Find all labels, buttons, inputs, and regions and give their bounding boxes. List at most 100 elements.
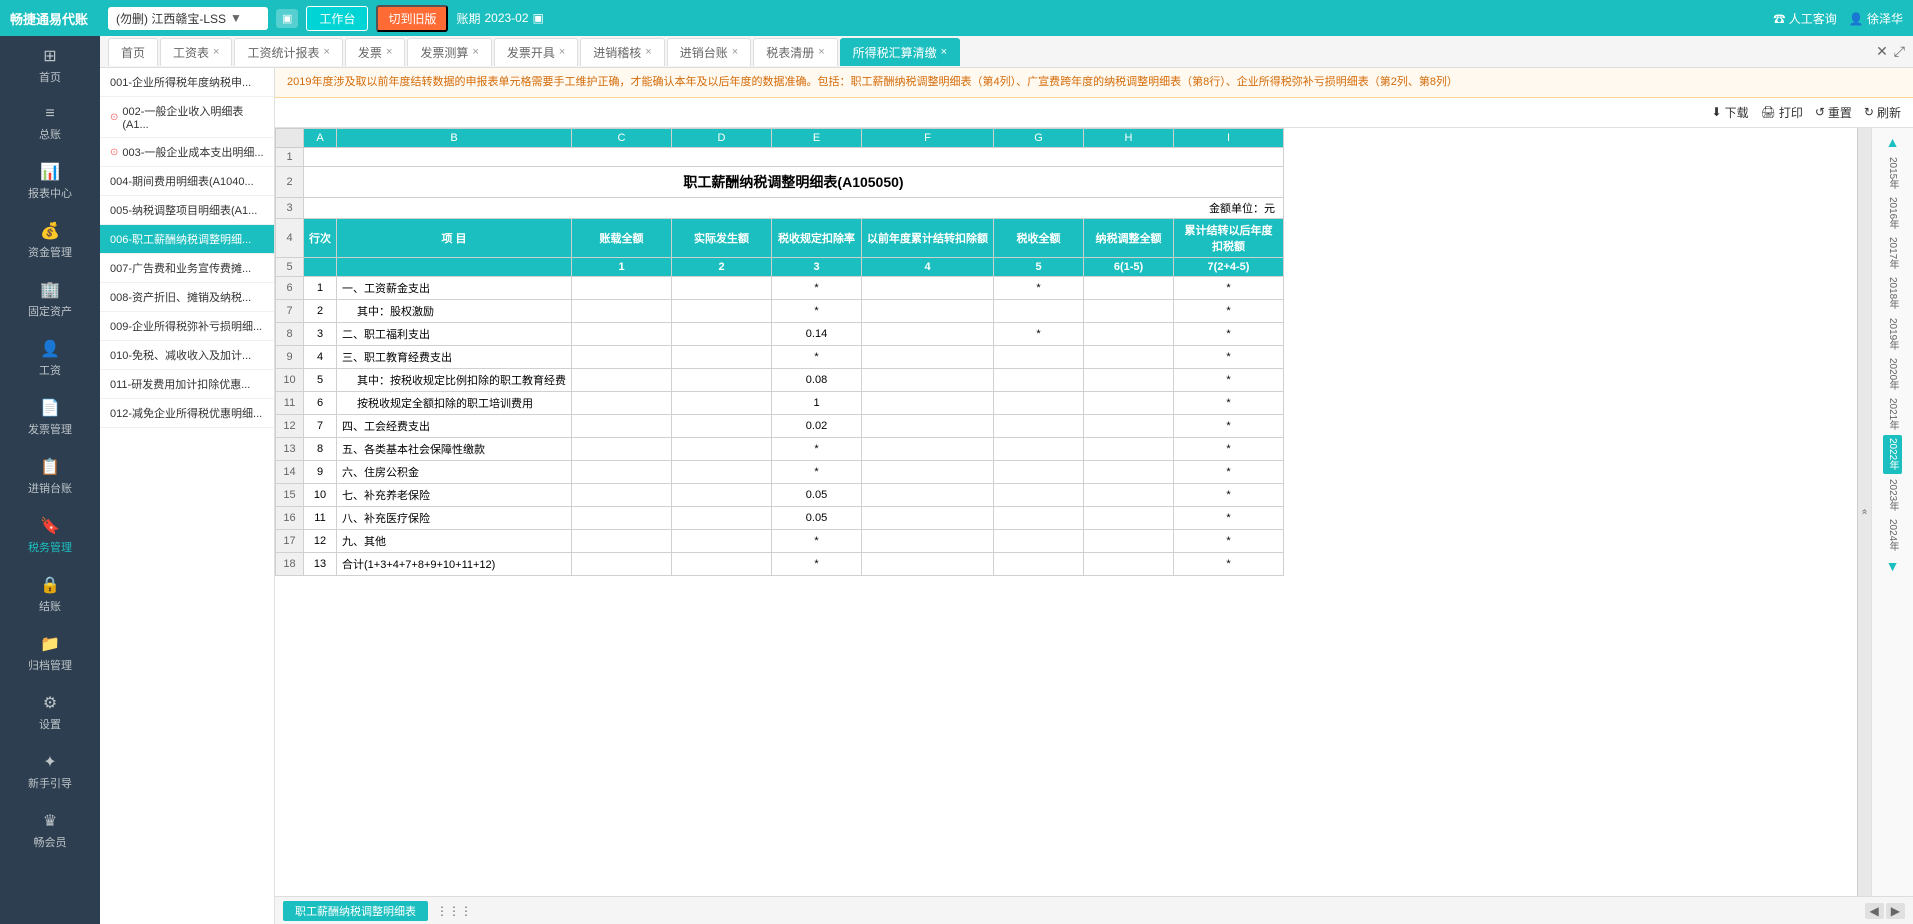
left-panel-item-004[interactable]: 004-期间费用明细表(A1040... <box>100 167 274 196</box>
year-2023[interactable]: 2023年 <box>1883 476 1902 514</box>
left-panel-item-009[interactable]: 009-企业所得税弥补亏损明细... <box>100 312 274 341</box>
scroll-left-icon[interactable]: ◀ <box>1865 903 1884 919</box>
tab-incoming-ledger[interactable]: 进销台账 × <box>667 38 751 66</box>
company-dropdown-icon[interactable]: ▼ <box>230 11 242 25</box>
year-2019[interactable]: 2019年 <box>1883 315 1902 353</box>
year-2020[interactable]: 2020年 <box>1883 355 1902 393</box>
tab-close-invoice[interactable]: × <box>386 46 392 58</box>
tab-tax-clear[interactable]: 税表清册 × <box>753 38 837 66</box>
col-g: G <box>994 128 1084 147</box>
sidebar-item-tax-mgmt[interactable]: 🔖 税务管理 <box>0 506 100 565</box>
app-logo: 畅捷通易代账 <box>10 9 88 28</box>
table-row: 11 6 按税收规定全额扣除的职工培训费用 1 * <box>276 391 1284 414</box>
ledger-icon: ≡ <box>45 105 54 123</box>
year-2015[interactable]: 2015年 <box>1883 154 1902 192</box>
sidebar-item-general-ledger[interactable]: ≡ 总账 <box>0 95 100 152</box>
tab-close-all-icon[interactable]: ✕ <box>1876 43 1888 60</box>
left-panel-item-008[interactable]: 008-资产折旧、摊销及纳税... <box>100 283 274 312</box>
table-header-row: 4 行次 项 目 账载全额 实际发生额 税收规定扣除率 以前年度累计结转扣除额 … <box>276 218 1284 257</box>
reset-icon: ↺ <box>1815 105 1825 119</box>
tab-invoice[interactable]: 发票 × <box>345 38 405 66</box>
sidebar-item-new-guide[interactable]: ✦ 新手引导 <box>0 742 100 801</box>
tab-close-invoice-calc[interactable]: × <box>472 46 478 58</box>
left-panel-item-001[interactable]: 001-企业所得税年度纳税申... <box>100 68 274 97</box>
left-panel-item-011[interactable]: 011-研发费用加计扣除优惠... <box>100 370 274 399</box>
table-row: 7 2 其中：股权激励 * * <box>276 299 1284 322</box>
col-f: F <box>862 128 994 147</box>
left-panel-item-010[interactable]: 010-免税、减收收入及加计... <box>100 341 274 370</box>
refresh-button[interactable]: ↻ 刷新 <box>1864 104 1901 121</box>
sidebar-item-archive-mgmt[interactable]: 📁 归档管理 <box>0 624 100 683</box>
workbench-button[interactable]: 工作台 <box>306 6 368 31</box>
sidebar-item-member[interactable]: ♛ 畅会员 <box>0 801 100 860</box>
table-row-title: 2 职工薪酬纳税调整明细表(A105050) <box>276 166 1284 197</box>
reset-button[interactable]: ↺ 重置 <box>1815 104 1852 121</box>
left-panel-item-007[interactable]: 007-广告费和业务宣传费摊... <box>100 254 274 283</box>
service-button[interactable]: ☎ 人工客询 <box>1773 10 1836 27</box>
tab-close-tax-clear[interactable]: × <box>818 46 824 58</box>
tab-home[interactable]: 首页 <box>108 38 158 66</box>
table-row: 1 <box>276 147 1284 166</box>
header-i: 累计结转以后年度扣税额 <box>1174 218 1284 257</box>
year-2022[interactable]: 2022年 <box>1883 435 1902 473</box>
sidebar-item-closing[interactable]: 🔒 结账 <box>0 565 100 624</box>
sidebar-item-reports[interactable]: 📊 报表中心 <box>0 152 100 211</box>
tab-incoming-check[interactable]: 进销稽核 × <box>580 38 664 66</box>
sidebar-item-payroll[interactable]: 👤 工资 <box>0 329 100 388</box>
bottom-tab-sheet[interactable]: 职工薪酬纳税调整明细表 <box>283 901 428 921</box>
home-icon: ⊞ <box>43 46 56 66</box>
tab-close-incoming-ledger[interactable]: × <box>732 46 738 58</box>
topbar: 畅捷通易代账 (勿删) 江西赣宝-LSS ▼ ▣ 工作台 切到旧版 账期 202… <box>0 0 1913 36</box>
company-selector[interactable]: (勿删) 江西赣宝-LSS ▼ <box>108 7 268 30</box>
collapse-button[interactable]: « <box>1857 128 1871 897</box>
left-panel-item-012[interactable]: 012-减免企业所得税优惠明细... <box>100 399 274 428</box>
sidebar-item-fixed-assets[interactable]: 🏢 固定资产 <box>0 270 100 329</box>
year-2024[interactable]: 2024年 <box>1883 516 1902 554</box>
sidebar-item-invoice-mgmt[interactable]: 📄 发票管理 <box>0 388 100 447</box>
tab-close-invoice-open[interactable]: × <box>559 46 565 58</box>
table-subheader-row: 5 1 2 3 4 5 6(1-5) 7(2+4-5) <box>276 257 1284 276</box>
tab-close-tax-summary[interactable]: × <box>941 46 947 58</box>
sidebar-item-label: 工资 <box>39 362 61 378</box>
left-panel-item-006[interactable]: 006-职工薪酬纳税调整明细... <box>100 225 274 254</box>
reports-icon: 📊 <box>40 162 60 182</box>
period-calendar-icon[interactable]: ▣ <box>533 11 544 25</box>
download-button[interactable]: ⬇ 下载 <box>1712 104 1749 121</box>
notice-bar: 2019年度涉及取以前年度结转数据的申报表单元格需要手工维护正确，才能确认本年及… <box>275 68 1913 98</box>
tab-invoice-open[interactable]: 发票开具 × <box>494 38 578 66</box>
bottom-tab-menu[interactable]: ⋮⋮⋮ <box>436 904 472 918</box>
sidebar-item-label: 设置 <box>39 716 61 732</box>
sidebar-item-settings[interactable]: ⚙ 设置 <box>0 683 100 742</box>
tab-close-payroll[interactable]: × <box>213 46 219 58</box>
refresh-icon: ↻ <box>1864 105 1874 119</box>
sidebar-item-assets-mgmt[interactable]: 💰 资金管理 <box>0 211 100 270</box>
tab-expand-icon[interactable]: ⤢ <box>1894 43 1905 60</box>
left-panel-item-002[interactable]: ⊙ 002-一般企业收入明细表(A1... <box>100 97 274 138</box>
left-panel-item-005[interactable]: 005-纳税调整项目明细表(A1... <box>100 196 274 225</box>
scroll-right-icon[interactable]: ▶ <box>1886 903 1905 919</box>
payroll-icon: 👤 <box>40 339 60 359</box>
switch-old-button[interactable]: 切到旧版 <box>376 5 448 32</box>
tab-payroll[interactable]: 工资表 × <box>160 38 232 66</box>
sidebar-item-label: 税务管理 <box>28 539 72 555</box>
tab-close-incoming-check[interactable]: × <box>645 46 651 58</box>
spreadsheet-container[interactable]: A B C D E F G H I <box>275 128 1857 897</box>
sidebar: ⊞ 首页 ≡ 总账 📊 报表中心 💰 资金管理 🏢 固定资产 👤 工资 📄 发票… <box>0 36 100 924</box>
tab-payroll-stat[interactable]: 工资统计报表 × <box>234 38 342 66</box>
calendar-icon[interactable]: ▣ <box>276 9 298 28</box>
tab-tax-summary[interactable]: 所得税汇算清缴 × <box>840 38 960 66</box>
left-panel-item-003[interactable]: ⊙ 003-一般企业成本支出明细... <box>100 138 274 167</box>
year-nav-up[interactable]: ▲ <box>1884 132 1902 152</box>
sidebar-item-sales-ledger[interactable]: 📋 进销台账 <box>0 447 100 506</box>
user-avatar[interactable]: 👤 徐泽华 <box>1849 10 1903 27</box>
sidebar-item-home[interactable]: ⊞ 首页 <box>0 36 100 95</box>
tab-close-payroll-stat[interactable]: × <box>323 46 329 58</box>
year-2018[interactable]: 2018年 <box>1883 274 1902 312</box>
year-nav-down[interactable]: ▼ <box>1884 556 1902 576</box>
year-2021[interactable]: 2021年 <box>1883 395 1902 433</box>
print-button[interactable]: 🖨 打印 <box>1761 104 1803 121</box>
col-d: D <box>672 128 772 147</box>
year-2017[interactable]: 2017年 <box>1883 234 1902 272</box>
tab-invoice-calc[interactable]: 发票测算 × <box>407 38 491 66</box>
year-2016[interactable]: 2016年 <box>1883 194 1902 232</box>
